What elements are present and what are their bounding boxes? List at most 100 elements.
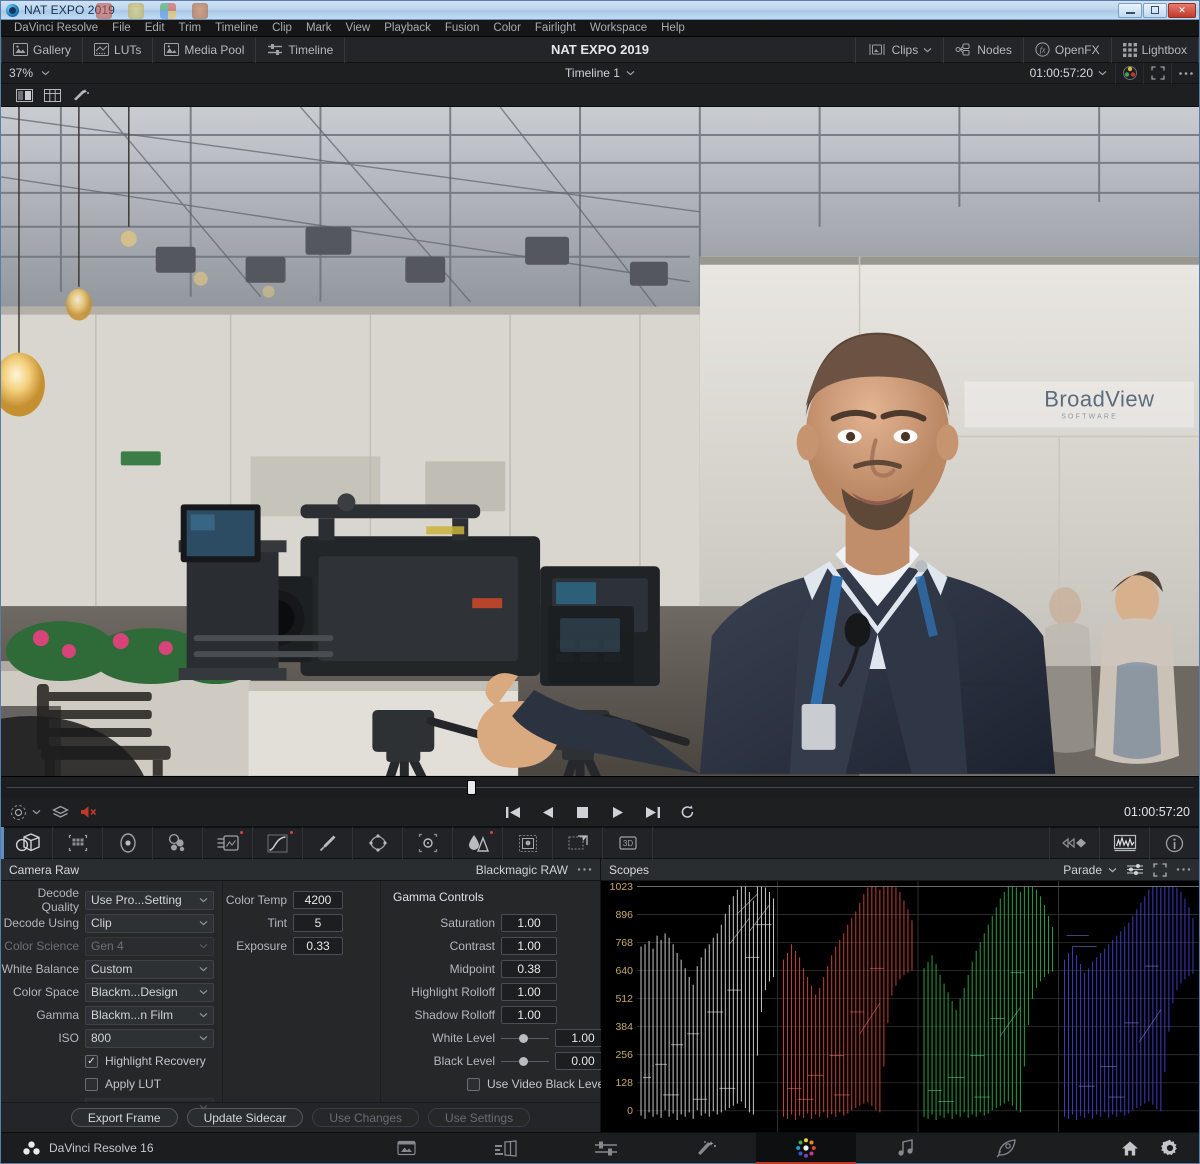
media-page-button[interactable] [356,1133,456,1164]
white-balance-select[interactable]: Custom [85,960,214,979]
play-reverse-button[interactable] [538,803,557,822]
menu-item-edit[interactable]: Edit [138,20,172,37]
more-options-icon[interactable] [1171,63,1199,84]
clips-button[interactable]: Clips [855,37,945,63]
scopes-icon[interactable] [1099,827,1149,859]
menu-item-davinci-resolve[interactable]: DaVinci Resolve [7,20,105,37]
contrast-label: Contrast [391,939,495,953]
menu-item-color[interactable]: Color [486,20,527,37]
close-button[interactable]: ✕ [1168,3,1196,18]
timeline-name-dropdown[interactable]: Timeline 1 [1,66,1199,80]
minimize-button[interactable] [1118,3,1142,18]
scope-settings-icon[interactable] [1126,863,1144,876]
menu-item-trim[interactable]: Trim [172,20,209,37]
menu-item-fusion[interactable]: Fusion [438,20,487,37]
viewer-scrubber[interactable] [1,777,1199,798]
camera-raw-decode-column: Decode Quality Use Pro...Setting Decode … [1,881,223,1102]
cut-page-button[interactable] [456,1133,556,1164]
apply-lut-checkbox[interactable] [85,1078,98,1091]
scope-mode-dropdown[interactable]: Parade [1063,863,1117,877]
playhead[interactable] [468,781,475,794]
export-frame-button[interactable]: Export Frame [71,1108,178,1127]
stereo-3d-palette[interactable]: 3D [603,827,653,859]
nodes-button[interactable]: Nodes [944,37,1024,63]
scopes-display[interactable]: 1023 896 768 640 512 384 256 128 0 [601,881,1199,1132]
menu-item-timeline[interactable]: Timeline [208,20,265,37]
contrast-input[interactable]: 1.00 [501,937,557,955]
magic-wand-icon[interactable] [67,86,93,105]
tint-input[interactable]: 5 [293,914,343,932]
black-level-slider[interactable] [501,1054,549,1068]
camera-raw-palette[interactable] [1,827,53,859]
menu-item-view[interactable]: View [339,20,378,37]
grid-view-icon[interactable] [39,86,65,105]
luts-button[interactable]: LUTs [83,37,153,63]
expand-icon[interactable] [1153,863,1167,877]
menu-item-playback[interactable]: Playback [377,20,438,37]
fairlight-page-button[interactable] [856,1133,956,1164]
color-wheels-palette[interactable] [103,827,153,859]
openfx-button[interactable]: fx OpenFX [1024,37,1112,63]
zoom-level-dropdown[interactable]: 37% [9,66,50,80]
skip-to-end-button[interactable] [643,803,662,822]
use-video-black-level-checkbox[interactable] [467,1078,480,1091]
menu-item-help[interactable]: Help [654,20,692,37]
highlight-recovery-row[interactable]: ✓ Highlight Recovery [1,1051,214,1071]
stop-button[interactable] [573,803,592,822]
blur-palette[interactable] [453,827,503,859]
decode-quality-select[interactable]: Use Pro...Setting [85,891,214,910]
saturation-input[interactable]: 1.00 [501,914,557,932]
gallery-stills-icon[interactable] [1049,827,1099,859]
key-palette[interactable] [503,827,553,859]
chevron-down-icon[interactable] [1098,70,1115,76]
skip-to-start-button[interactable] [503,803,522,822]
split-view-icon[interactable] [11,86,37,105]
color-match-palette[interactable] [53,827,103,859]
color-bars-palette[interactable] [153,827,203,859]
fusion-page-button[interactable] [656,1133,756,1164]
deliver-page-button[interactable] [956,1133,1056,1164]
menu-item-mark[interactable]: Mark [299,20,339,37]
menu-item-clip[interactable]: Clip [265,20,299,37]
power-windows-palette[interactable] [353,827,403,859]
color-temp-input[interactable]: 4200 [293,891,343,909]
menu-item-workspace[interactable]: Workspace [583,20,654,37]
color-wheel-icon[interactable] [1115,63,1143,84]
midpoint-input[interactable]: 0.38 [501,960,557,978]
shadow-rolloff-input[interactable]: 1.00 [501,1006,557,1024]
timeline-button[interactable]: Timeline [256,37,345,63]
qualifier-palette[interactable] [303,827,353,859]
more-options-icon[interactable] [1176,867,1191,872]
iso-select[interactable]: 800 [85,1029,214,1048]
lightbox-button[interactable]: Lightbox [1112,37,1199,63]
exposure-input[interactable]: 0.33 [293,937,343,955]
gallery-button[interactable]: Gallery [1,37,83,63]
sizing-palette[interactable] [553,827,603,859]
use-video-black-level-row[interactable]: Use Video Black Leve [391,1074,611,1094]
highlight-recovery-checkbox[interactable]: ✓ [85,1055,98,1068]
gamma-select[interactable]: Blackm...n Film [85,1006,214,1025]
log-wheels-palette[interactable] [203,827,253,859]
menu-item-fairlight[interactable]: Fairlight [528,20,583,37]
menu-item-file[interactable]: File [105,20,138,37]
white-level-slider[interactable] [501,1031,549,1045]
restore-button[interactable] [1143,3,1167,18]
decode-using-select[interactable]: Clip [85,914,214,933]
more-options-icon[interactable] [577,867,592,872]
media-pool-button[interactable]: Media Pool [153,37,256,63]
color-space-select[interactable]: Blackm...Design [85,983,214,1002]
color-page-button[interactable] [756,1133,856,1164]
home-icon[interactable] [1121,1140,1139,1157]
apply-lut-row[interactable]: Apply LUT [1,1074,214,1094]
play-forward-button[interactable] [608,803,627,822]
highlight-rolloff-input[interactable]: 1.00 [501,983,557,1001]
expand-icon[interactable] [1143,63,1171,84]
color-viewer[interactable]: BroadView SOFTWARE [1,107,1199,777]
loop-button[interactable] [678,803,697,822]
edit-page-button[interactable] [556,1133,656,1164]
settings-icon[interactable] [1161,1139,1179,1157]
tracker-palette[interactable] [403,827,453,859]
update-sidecar-button[interactable]: Update Sidecar [187,1108,304,1127]
curves-palette[interactable] [253,827,303,859]
info-icon[interactable] [1149,827,1199,859]
